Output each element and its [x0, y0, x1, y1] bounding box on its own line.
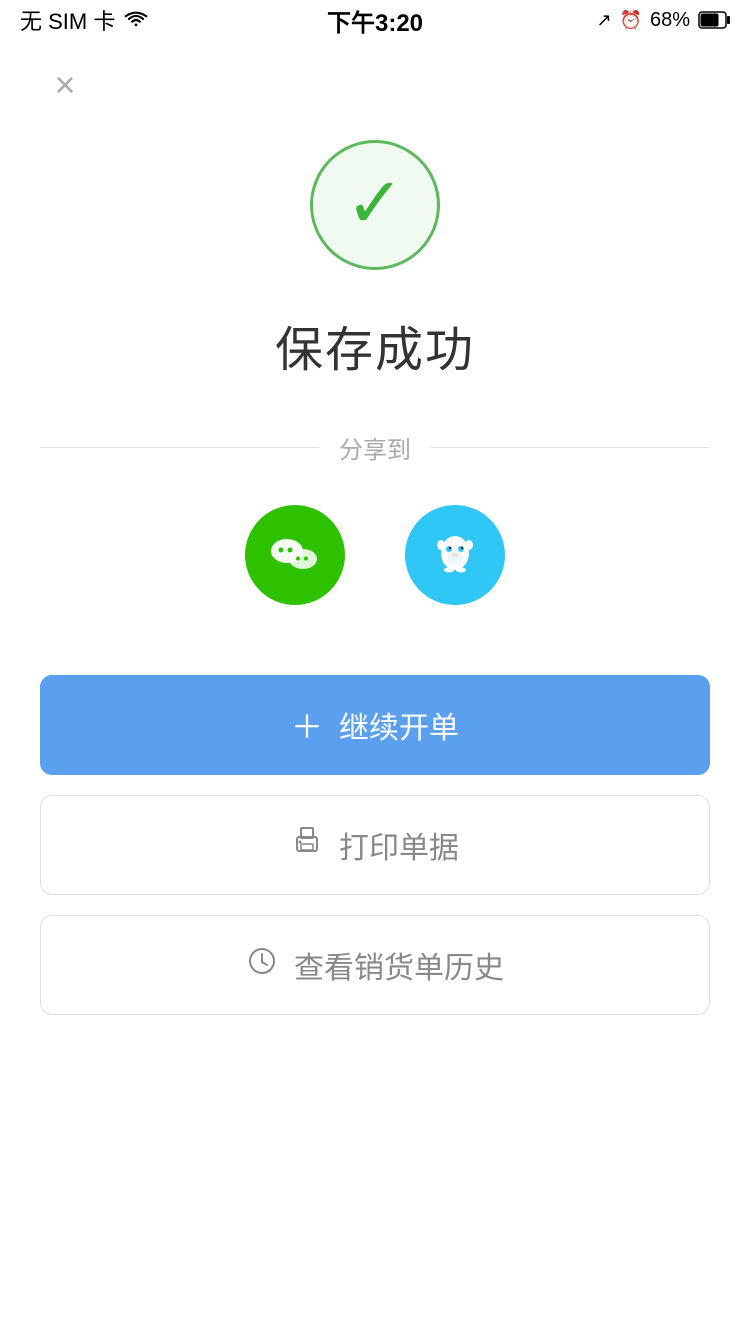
success-section: ✓ 保存成功 [275, 140, 475, 380]
wechat-icon [265, 525, 325, 585]
status-right: ↗ ⏰ 68% [596, 9, 730, 32]
divider-right [431, 447, 710, 448]
status-bar: 无 SIM 卡 下午3:20 ↗ ⏰ 68% [0, 0, 750, 40]
battery-percent: 68% [650, 9, 690, 32]
status-left: 无 SIM 卡 [20, 4, 149, 36]
print-icon [291, 825, 323, 865]
success-title: 保存成功 [275, 310, 475, 380]
qq-icon [425, 525, 485, 585]
divider-left [40, 447, 319, 448]
sim-status: 无 SIM 卡 [20, 4, 115, 36]
success-circle: ✓ [310, 140, 440, 270]
actions-section: ＋ 继续开单 打印单据 查看销货单历史 [40, 675, 710, 1015]
location-icon: ↗ [596, 10, 611, 31]
view-history-label: 查看销货单历史 [294, 943, 504, 987]
status-time: 下午3:20 [327, 3, 423, 38]
qq-share-button[interactable] [405, 505, 505, 605]
continue-order-icon: ＋ [291, 702, 323, 748]
battery-icon [698, 11, 730, 29]
alarm-icon: ⏰ [620, 10, 642, 31]
share-label: 分享到 [339, 430, 411, 465]
continue-order-label: 继续开单 [339, 703, 459, 747]
history-icon [246, 945, 278, 985]
wifi-icon [123, 10, 149, 30]
share-section: 分享到 [40, 430, 710, 605]
print-receipt-label: 打印单据 [339, 823, 459, 867]
close-button[interactable]: × [40, 60, 90, 110]
wechat-share-button[interactable] [245, 505, 345, 605]
main-content: × ✓ 保存成功 分享到 [0, 40, 750, 1334]
close-icon: × [54, 67, 75, 103]
continue-order-button[interactable]: ＋ 继续开单 [40, 675, 710, 775]
checkmark-icon: ✓ [346, 168, 405, 238]
share-icons [245, 505, 505, 605]
print-receipt-button[interactable]: 打印单据 [40, 795, 710, 895]
view-history-button[interactable]: 查看销货单历史 [40, 915, 710, 1015]
share-divider: 分享到 [40, 430, 710, 465]
